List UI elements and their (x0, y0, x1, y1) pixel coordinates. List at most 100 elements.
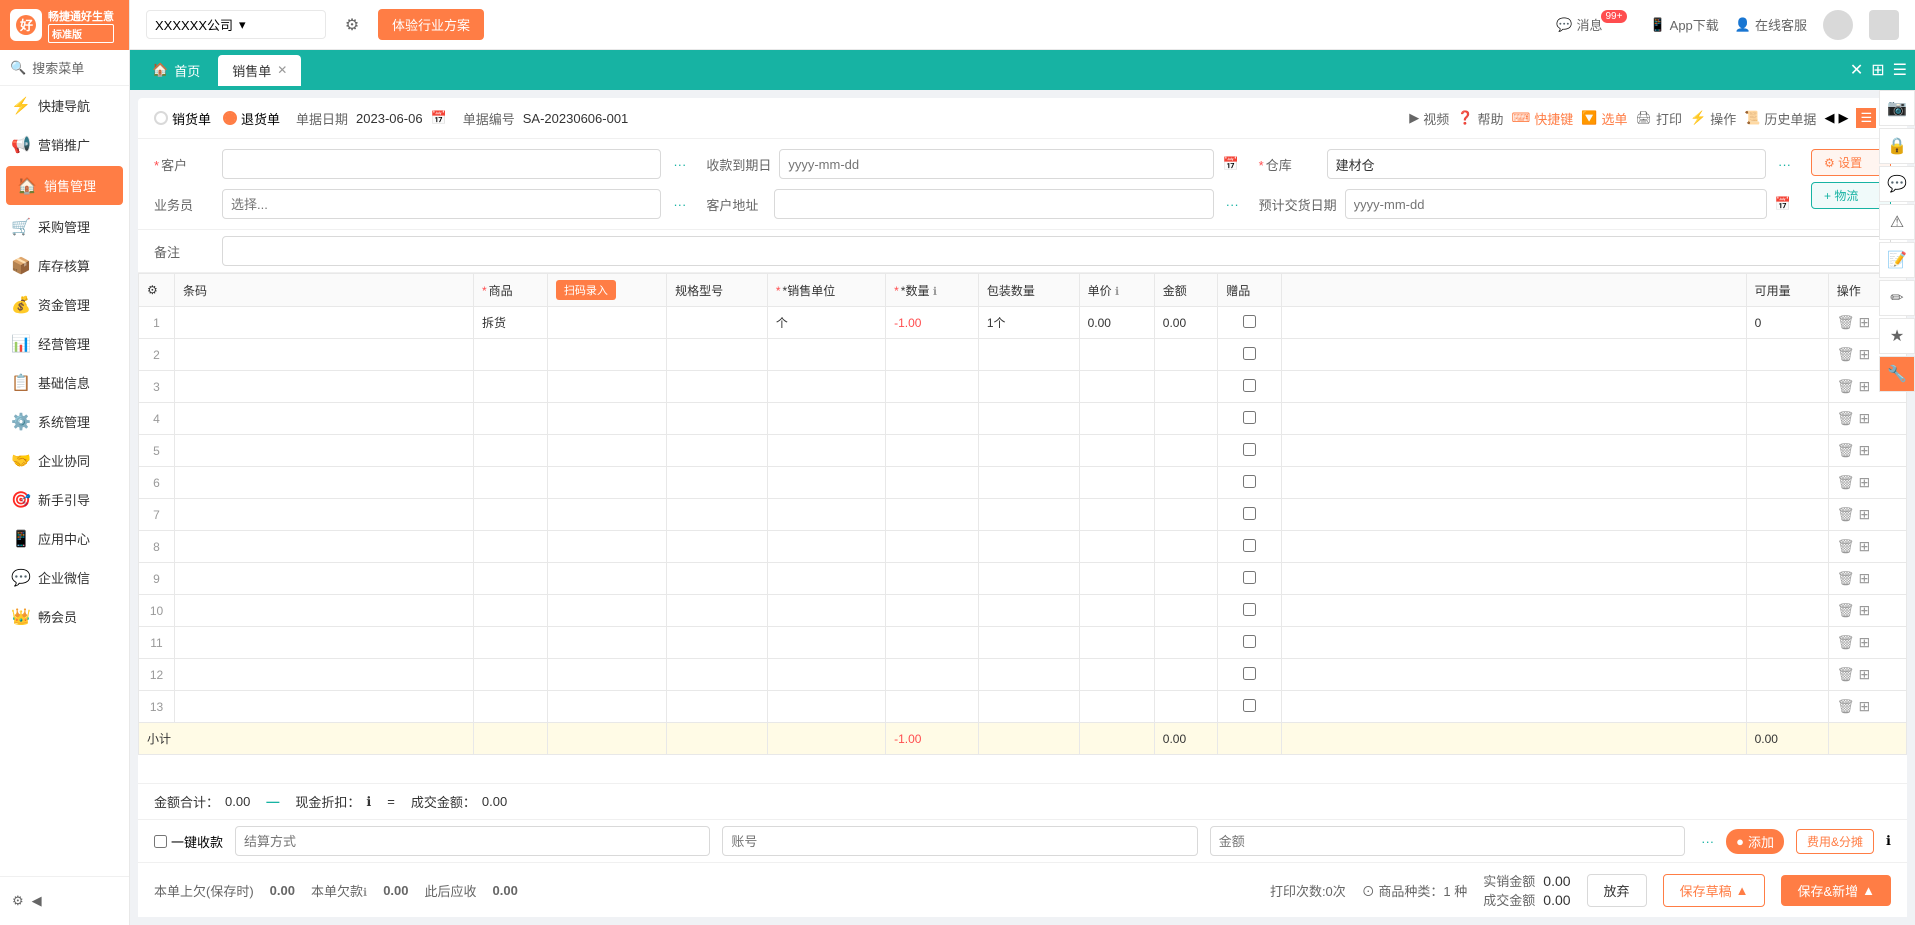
row-copy-btn[interactable]: ⊞ (1858, 474, 1870, 491)
row-spec[interactable] (667, 467, 768, 499)
row-copy-btn[interactable]: ⊞ (1858, 314, 1870, 331)
row-unit[interactable] (767, 691, 885, 723)
sidebar-item-inventory[interactable]: 📦 库存核算 (0, 246, 129, 285)
sidebar-item-guide[interactable]: 🎯 新手引导 (0, 480, 129, 519)
row-product[interactable] (473, 691, 547, 723)
row-unit[interactable] (767, 467, 885, 499)
row-unit[interactable] (767, 595, 885, 627)
row-unit-price[interactable]: 0.00 (1079, 307, 1154, 339)
row-barcode[interactable] (175, 627, 474, 659)
row-product[interactable]: 拆货 (473, 307, 547, 339)
row-product[interactable] (473, 371, 547, 403)
row-amount[interactable] (1154, 563, 1218, 595)
row-gift[interactable] (1218, 339, 1282, 371)
row-product[interactable] (473, 563, 547, 595)
row-gift[interactable] (1218, 467, 1282, 499)
row-unit-price[interactable] (1079, 467, 1154, 499)
row-barcode[interactable] (175, 467, 474, 499)
row-gift[interactable] (1218, 627, 1282, 659)
fee-btn[interactable]: 费用&分摊 (1796, 829, 1874, 854)
delivery-calendar-icon[interactable]: 📅 (1775, 196, 1791, 212)
row-unit-price[interactable] (1079, 403, 1154, 435)
row-delete-btn[interactable]: 🗑 (1837, 474, 1855, 491)
row-spec[interactable] (667, 403, 768, 435)
row-gift[interactable] (1218, 371, 1282, 403)
save-new-button[interactable]: 保存&新增 ▲ (1781, 875, 1891, 906)
row-qty[interactable] (886, 403, 979, 435)
row-product[interactable] (473, 659, 547, 691)
right-panel-alert[interactable]: ⚠ (1879, 204, 1915, 240)
customer-dots[interactable]: ··· (673, 157, 686, 172)
row-amount[interactable] (1154, 531, 1218, 563)
action-help[interactable]: ❓ 帮助 (1457, 109, 1503, 128)
row-pack-qty[interactable] (978, 627, 1079, 659)
account-input[interactable] (722, 826, 1197, 856)
row-product[interactable] (473, 595, 547, 627)
right-panel-chat[interactable]: 💬 (1879, 166, 1915, 202)
row-product[interactable] (473, 467, 547, 499)
save-draft-button[interactable]: 保存草稿 ▲ (1663, 874, 1766, 907)
row-unit[interactable] (767, 339, 885, 371)
sidebar-item-member[interactable]: 👑 畅会员 (0, 597, 129, 636)
row-barcode[interactable] (175, 691, 474, 723)
row-gift[interactable] (1218, 307, 1282, 339)
payment-dots[interactable]: ··· (1701, 834, 1714, 849)
row-copy-btn[interactable]: ⊞ (1858, 506, 1870, 523)
row-qty[interactable] (886, 691, 979, 723)
remarks-input[interactable] (222, 236, 1891, 266)
row-spec[interactable] (667, 499, 768, 531)
row-unit[interactable] (767, 531, 885, 563)
row-barcode[interactable] (175, 371, 474, 403)
row-gift[interactable] (1218, 659, 1282, 691)
sidebar-item-system[interactable]: ⚙️ 系统管理 (0, 402, 129, 441)
row-gift[interactable] (1218, 595, 1282, 627)
row-spec[interactable] (667, 659, 768, 691)
row-spec[interactable] (667, 435, 768, 467)
row-pack-qty[interactable] (978, 403, 1079, 435)
row-delete-btn[interactable]: 🗑 (1837, 506, 1855, 523)
row-amount[interactable] (1154, 403, 1218, 435)
action-print[interactable]: 🖨 打印 (1636, 109, 1683, 128)
row-gift[interactable] (1218, 691, 1282, 723)
row-amount[interactable] (1154, 691, 1218, 723)
row-unit[interactable] (767, 499, 885, 531)
row-unit-price[interactable] (1079, 531, 1154, 563)
user-panel[interactable] (1869, 10, 1899, 40)
row-delete-btn[interactable]: 🗑 (1837, 442, 1855, 459)
delivery-date-input[interactable] (1345, 189, 1767, 219)
row-qty[interactable] (886, 659, 979, 691)
action-shortcut[interactable]: ⌨ 快捷键 (1512, 109, 1574, 128)
radio-return-order[interactable]: 退货单 (223, 109, 280, 128)
row-pack-qty[interactable] (978, 595, 1079, 627)
sidebar-item-finance[interactable]: 💰 资金管理 (0, 285, 129, 324)
header-settings-icon[interactable]: ⚙ (338, 11, 366, 39)
action-video[interactable]: ▶ 视频 (1409, 109, 1449, 128)
next-icon[interactable]: ▶ (1838, 110, 1848, 126)
row-amount[interactable] (1154, 371, 1218, 403)
row-amount[interactable] (1154, 499, 1218, 531)
row-pack-qty[interactable] (978, 435, 1079, 467)
row-delete-btn[interactable]: 🗑 (1837, 602, 1855, 619)
app-download-item[interactable]: 📱 App下载 (1649, 15, 1718, 34)
row-unit-price[interactable] (1079, 563, 1154, 595)
sidebar-settings[interactable]: ⚙ ◀ (0, 885, 129, 917)
online-service-item[interactable]: 👤 在线客服 (1735, 15, 1807, 34)
row-barcode[interactable] (175, 403, 474, 435)
right-panel-lock[interactable]: 🔒 (1879, 128, 1915, 164)
row-copy-btn[interactable]: ⊞ (1858, 666, 1870, 683)
right-panel-tool[interactable]: 🔧 (1879, 356, 1915, 392)
radio-sales-order[interactable]: 销货单 (154, 109, 211, 128)
col-settings[interactable]: ⚙ (139, 274, 175, 307)
action-history[interactable]: 📜 历史单据 (1744, 109, 1816, 128)
row-delete-btn[interactable]: 🗑 (1837, 346, 1855, 363)
row-copy-btn[interactable]: ⊞ (1858, 442, 1870, 459)
row-unit-price[interactable] (1079, 371, 1154, 403)
right-panel-edit[interactable]: ✏ (1879, 280, 1915, 316)
row-gift[interactable] (1218, 403, 1282, 435)
sidebar-item-wechat[interactable]: 💬 企业微信 (0, 558, 129, 597)
row-unit[interactable] (767, 563, 885, 595)
row-unit-price[interactable] (1079, 499, 1154, 531)
tab-sales-order[interactable]: 销售单 ✕ (218, 55, 301, 86)
row-unit[interactable] (767, 659, 885, 691)
scan-btn[interactable]: 扫码录入 (556, 280, 616, 300)
